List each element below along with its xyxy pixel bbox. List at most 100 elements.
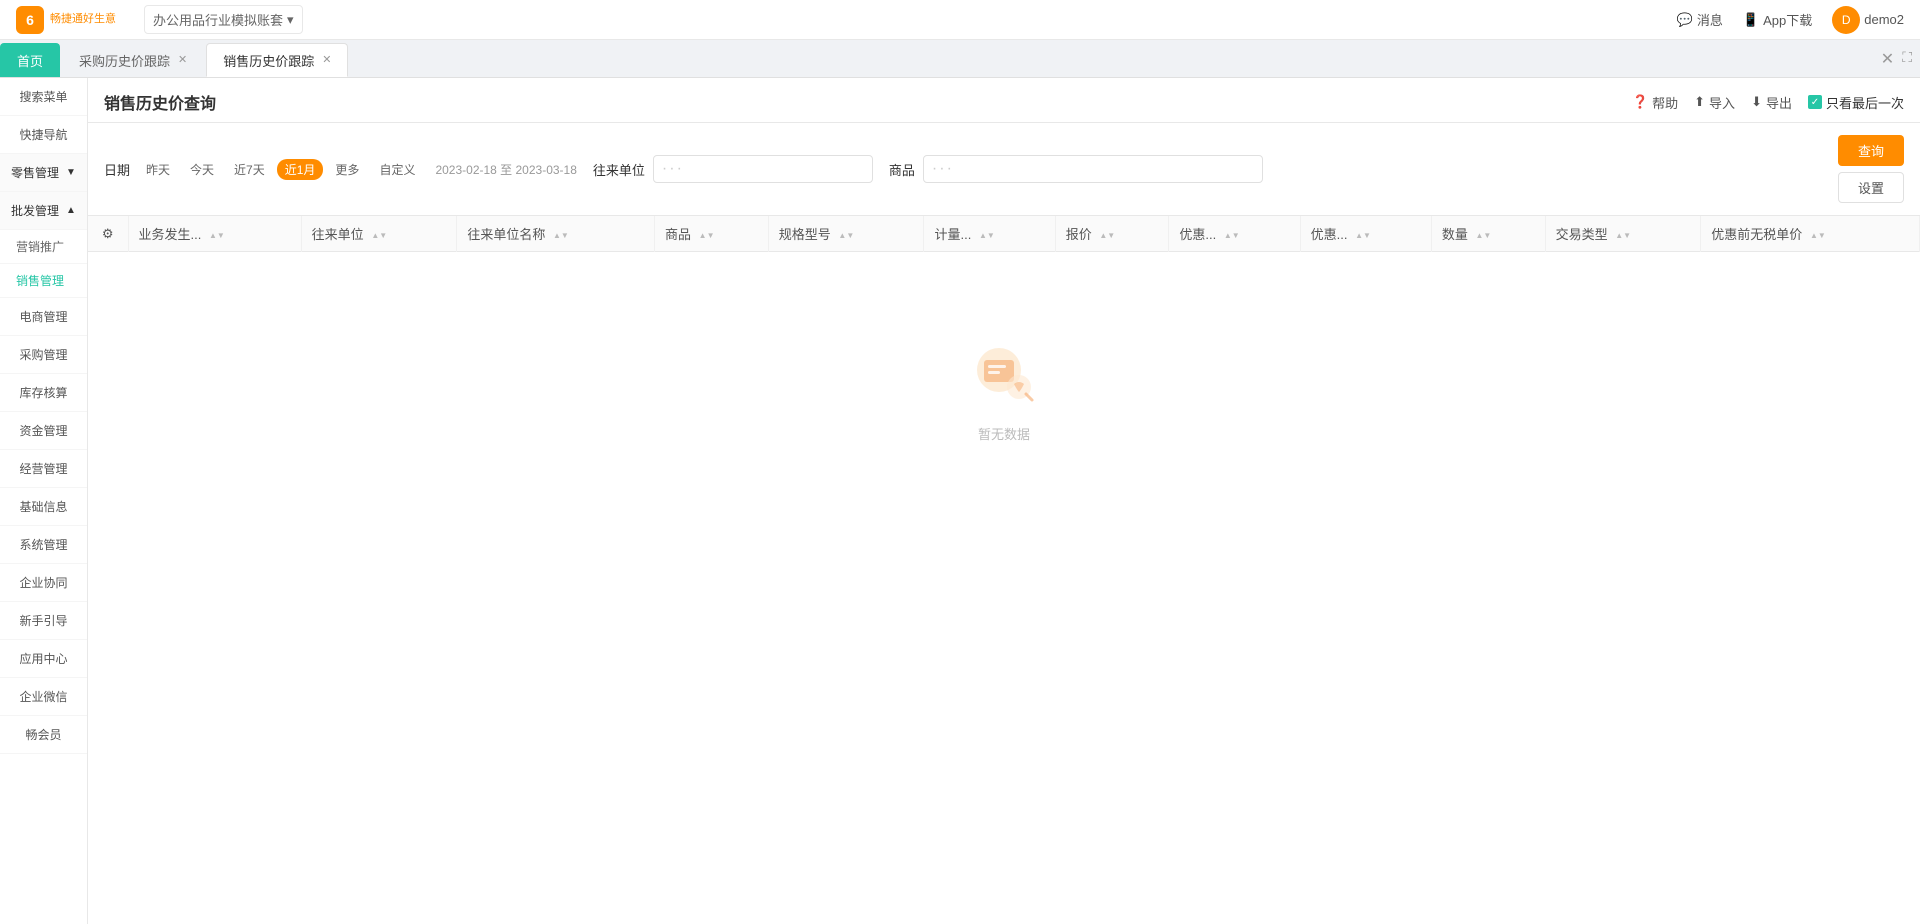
goods-dots: ··· bbox=[932, 160, 954, 178]
sidebar-item-quick-nav[interactable]: 快捷导航 bbox=[0, 116, 87, 154]
export-icon: ⬇ bbox=[1751, 94, 1762, 110]
sidebar-item-ecom-mgmt[interactable]: 电商管理 bbox=[0, 298, 87, 336]
date-btn-1month[interactable]: 近1月 bbox=[277, 159, 324, 180]
help-button[interactable]: ❓ 帮助 bbox=[1632, 93, 1678, 112]
settings-icon: ⚙ bbox=[102, 226, 114, 241]
empty-state: 暂无数据 bbox=[88, 252, 1920, 523]
user-menu[interactable]: D demo2 bbox=[1832, 6, 1904, 34]
sidebar-item-system-settings[interactable]: 系统管理 bbox=[0, 526, 87, 564]
th-partner-code[interactable]: 往来单位 ▲▼ bbox=[301, 216, 457, 252]
header-left: 6 畅捷通好生意 办公用品行业模拟账套 ▾ bbox=[16, 5, 303, 34]
sort-arrows-unit: ▲▼ bbox=[979, 231, 995, 240]
partner-input[interactable]: ··· bbox=[653, 155, 873, 183]
wholesale-mgmt-arrow: ▲ bbox=[66, 205, 76, 216]
sidebar-item-inventory[interactable]: 库存核算 bbox=[0, 374, 87, 412]
sidebar-item-finance[interactable]: 资金管理 bbox=[0, 412, 87, 450]
sidebar-item-new-guide[interactable]: 新手引导 bbox=[0, 602, 87, 640]
tab-purchase-history[interactable]: 采购历史价跟踪 ✕ bbox=[62, 43, 204, 77]
th-settings[interactable]: ⚙ bbox=[88, 216, 128, 252]
date-range: 2023-02-18 至 2023-03-18 bbox=[435, 161, 576, 178]
logo-icon: 6 bbox=[16, 6, 44, 34]
message-button[interactable]: 💬 消息 bbox=[1677, 10, 1723, 29]
export-button[interactable]: ⬇ 导出 bbox=[1751, 93, 1792, 112]
sidebar-item-retail-mgmt[interactable]: 零售管理 ▼ bbox=[0, 154, 87, 192]
sidebar-item-basic-info[interactable]: 基础信息 bbox=[0, 488, 87, 526]
app-download-button[interactable]: 📱 App下载 bbox=[1743, 10, 1812, 29]
tab-bar-actions: ✕ ⛶ bbox=[1881, 49, 1912, 69]
date-btn-7days[interactable]: 近7天 bbox=[226, 159, 273, 180]
wholesale-mgmt-label: 批发管理 bbox=[11, 202, 59, 219]
sort-arrows-spec: ▲▼ bbox=[838, 231, 854, 240]
tab-sales-history-label: 销售历史价跟踪 bbox=[223, 51, 314, 70]
goods-filter-group: 商品 ··· bbox=[889, 155, 1263, 183]
th-unit[interactable]: 计量... ▲▼ bbox=[924, 216, 1055, 252]
inventory-label: 库存核算 bbox=[19, 384, 67, 401]
th-spec[interactable]: 规格型号 ▲▼ bbox=[768, 216, 924, 252]
data-table: ⚙ 业务发生... ▲▼ 往来单位 ▲▼ 往来单位名称 ▲▼ bbox=[88, 216, 1920, 252]
chevron-down-icon: ▾ bbox=[287, 12, 294, 28]
sidebar-item-enterprise-collab[interactable]: 企业协同 bbox=[0, 564, 87, 602]
sidebar-item-member[interactable]: 畅会员 bbox=[0, 716, 87, 754]
date-btn-yesterday[interactable]: 昨天 bbox=[138, 159, 178, 180]
th-discount1[interactable]: 优惠... ▲▼ bbox=[1169, 216, 1300, 252]
date-filter-group: 日期 昨天 今天 近7天 近1月 更多 自定义 2023-02-18 至 202… bbox=[104, 159, 577, 180]
app-selector-label: 办公用品行业模拟账套 bbox=[153, 10, 283, 29]
sidebar-item-wholesale-mgmt[interactable]: 批发管理 ▲ bbox=[0, 192, 87, 230]
help-label: 帮助 bbox=[1652, 93, 1678, 112]
th-trade-type-label: 交易类型 bbox=[1556, 227, 1608, 242]
sidebar-item-search-menu[interactable]: 搜索菜单 bbox=[0, 78, 87, 116]
sort-arrows-biz-date: ▲▼ bbox=[209, 231, 225, 240]
purchase-mgmt-label: 采购管理 bbox=[19, 346, 67, 363]
th-partner-name-label: 往来单位名称 bbox=[467, 227, 545, 242]
th-quote-price[interactable]: 报价 ▲▼ bbox=[1055, 216, 1169, 252]
checkbox-checked-icon: ✓ bbox=[1808, 95, 1822, 109]
th-pretax-price[interactable]: 优惠前无税单价 ▲▼ bbox=[1701, 216, 1920, 252]
th-quantity-label: 数量 bbox=[1442, 227, 1468, 242]
sidebar-item-enterprise-wechat[interactable]: 企业微信 bbox=[0, 678, 87, 716]
sort-arrows-quote-price: ▲▼ bbox=[1099, 231, 1115, 240]
close-all-icon[interactable]: ✕ bbox=[1881, 49, 1894, 69]
sort-arrows-partner-code: ▲▼ bbox=[371, 231, 387, 240]
tab-home[interactable]: 首页 bbox=[0, 43, 60, 77]
th-quantity[interactable]: 数量 ▲▼ bbox=[1431, 216, 1545, 252]
th-trade-type[interactable]: 交易类型 ▲▼ bbox=[1545, 216, 1701, 252]
th-biz-date-label: 业务发生... bbox=[139, 227, 202, 242]
settings-button[interactable]: 设置 bbox=[1838, 172, 1904, 203]
content-area: 销售历史价查询 ❓ 帮助 ⬆ 导入 ⬇ 导出 ✓ 只看最后一次 bbox=[88, 78, 1920, 924]
sort-arrows-discount2: ▲▼ bbox=[1355, 231, 1371, 240]
sidebar-item-purchase-mgmt[interactable]: 采购管理 bbox=[0, 336, 87, 374]
filter-area: 日期 昨天 今天 近7天 近1月 更多 自定义 2023-02-18 至 202… bbox=[88, 123, 1920, 216]
maximize-icon[interactable]: ⛶ bbox=[1902, 49, 1912, 69]
import-button[interactable]: ⬆ 导入 bbox=[1694, 93, 1735, 112]
query-button[interactable]: 查询 bbox=[1838, 135, 1904, 166]
tab-sales-close-icon[interactable]: ✕ bbox=[322, 55, 331, 66]
partner-label: 往来单位 bbox=[593, 160, 645, 179]
th-partner-name[interactable]: 往来单位名称 ▲▼ bbox=[457, 216, 655, 252]
sidebar-item-operations[interactable]: 经营管理 bbox=[0, 450, 87, 488]
th-biz-date[interactable]: 业务发生... ▲▼ bbox=[128, 216, 301, 252]
app-selector[interactable]: 办公用品行业模拟账套 ▾ bbox=[144, 5, 303, 34]
tab-home-label: 首页 bbox=[17, 51, 43, 70]
help-icon: ❓ bbox=[1632, 94, 1648, 110]
tab-sales-history[interactable]: 销售历史价跟踪 ✕ bbox=[206, 43, 348, 77]
sort-arrows-discount1: ▲▼ bbox=[1224, 231, 1240, 240]
only-last-checkbox[interactable]: ✓ 只看最后一次 bbox=[1808, 93, 1904, 112]
new-guide-label: 新手引导 bbox=[19, 612, 67, 629]
date-btn-today[interactable]: 今天 bbox=[182, 159, 222, 180]
th-goods[interactable]: 商品 ▲▼ bbox=[655, 216, 769, 252]
message-label: 消息 bbox=[1697, 10, 1723, 29]
date-btn-more[interactable]: 更多 bbox=[327, 159, 367, 180]
date-btn-custom[interactable]: 自定义 bbox=[371, 159, 423, 180]
tab-purchase-close-icon[interactable]: ✕ bbox=[178, 55, 187, 66]
quick-nav-label: 快捷导航 bbox=[19, 126, 67, 143]
sidebar-item-sales-mgmt[interactable]: 销售管理 bbox=[0, 264, 87, 298]
basic-info-label: 基础信息 bbox=[19, 498, 67, 515]
tab-purchase-history-label: 采购历史价跟踪 bbox=[79, 51, 170, 70]
sort-arrows-trade-type: ▲▼ bbox=[1615, 231, 1631, 240]
sales-mgmt-label: 销售管理 bbox=[16, 274, 64, 288]
th-discount2[interactable]: 优惠... ▲▼ bbox=[1300, 216, 1431, 252]
goods-input[interactable]: ··· bbox=[923, 155, 1263, 183]
sidebar-item-app-center[interactable]: 应用中心 bbox=[0, 640, 87, 678]
sidebar-item-marketing[interactable]: 营销推广 bbox=[0, 230, 87, 264]
th-discount2-label: 优惠... bbox=[1311, 227, 1348, 242]
